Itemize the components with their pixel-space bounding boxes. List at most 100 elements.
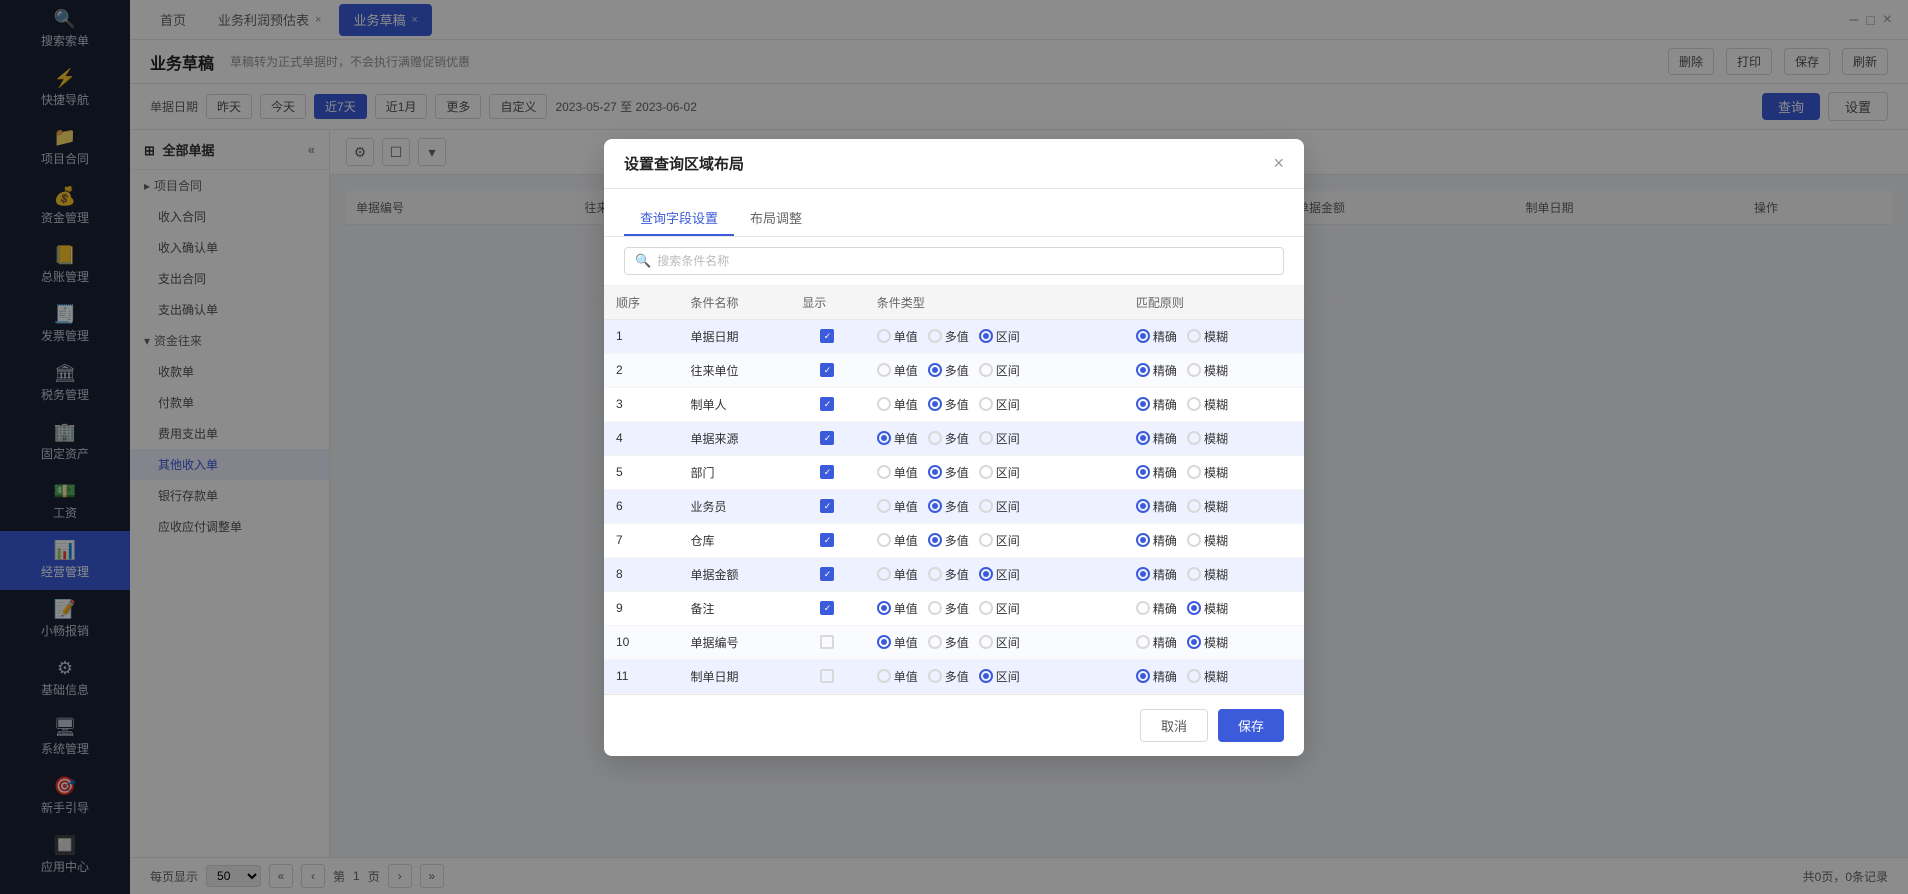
modal-row-show[interactable]	[790, 625, 865, 659]
show-checkbox[interactable]	[820, 397, 834, 411]
match-radio-精确[interactable]: 精确	[1136, 328, 1177, 345]
match-radio-模糊[interactable]: 模糊	[1187, 600, 1228, 617]
radio-circle	[1187, 397, 1201, 411]
match-radio-精确[interactable]: 精确	[1136, 668, 1177, 685]
radio-circle	[877, 397, 891, 411]
radio-circle	[877, 465, 891, 479]
match-radio-模糊[interactable]: 模糊	[1187, 328, 1228, 345]
modal-row-match: 精确模糊	[1124, 421, 1304, 455]
match-radio-精确[interactable]: 精确	[1136, 600, 1177, 617]
type-radio-区间[interactable]: 区间	[979, 430, 1020, 447]
modal-row-show[interactable]	[790, 489, 865, 523]
show-checkbox[interactable]	[820, 601, 834, 615]
type-radio-多值[interactable]: 多值	[928, 328, 969, 345]
show-checkbox[interactable]	[820, 567, 834, 581]
type-radio-单值[interactable]: 单值	[877, 498, 918, 515]
type-radio-区间[interactable]: 区间	[979, 532, 1020, 549]
match-radio-精确[interactable]: 精确	[1136, 430, 1177, 447]
type-radio-区间[interactable]: 区间	[979, 600, 1020, 617]
type-radio-多值[interactable]: 多值	[928, 566, 969, 583]
show-checkbox[interactable]	[820, 329, 834, 343]
modal-tab-layout[interactable]: 布局调整	[734, 201, 818, 236]
show-checkbox[interactable]	[820, 431, 834, 445]
match-radio-模糊[interactable]: 模糊	[1187, 464, 1228, 481]
radio-circle	[928, 329, 942, 343]
type-radio-多值[interactable]: 多值	[928, 464, 969, 481]
match-radio-精确[interactable]: 精确	[1136, 566, 1177, 583]
type-radio-多值[interactable]: 多值	[928, 430, 969, 447]
match-radio-模糊[interactable]: 模糊	[1187, 532, 1228, 549]
match-radio-精确[interactable]: 精确	[1136, 396, 1177, 413]
match-radio-模糊[interactable]: 模糊	[1187, 362, 1228, 379]
modal-row-show[interactable]	[790, 591, 865, 625]
modal-overlay[interactable]: 设置查询区域布局 × 查询字段设置 布局调整 🔍 顺序 条件名称	[0, 0, 1908, 894]
modal-close-button[interactable]: ×	[1273, 154, 1284, 172]
modal-row-name: 制单日期	[679, 659, 791, 693]
type-radio-单值[interactable]: 单值	[877, 634, 918, 651]
type-radio-单值[interactable]: 单值	[877, 362, 918, 379]
type-radio-单值[interactable]: 单值	[877, 430, 918, 447]
modal-table-row: 5部门单值多值区间精确模糊	[604, 455, 1304, 489]
modal-row-show[interactable]	[790, 353, 865, 387]
type-radio-多值[interactable]: 多值	[928, 668, 969, 685]
type-radio-单值[interactable]: 单值	[877, 396, 918, 413]
type-radio-区间[interactable]: 区间	[979, 634, 1020, 651]
radio-circle	[979, 397, 993, 411]
modal-row-show[interactable]	[790, 523, 865, 557]
type-radio-区间[interactable]: 区间	[979, 668, 1020, 685]
match-radio-精确[interactable]: 精确	[1136, 532, 1177, 549]
type-radio-单值[interactable]: 单值	[877, 464, 918, 481]
modal-row-show[interactable]	[790, 455, 865, 489]
type-radio-区间[interactable]: 区间	[979, 566, 1020, 583]
type-radio-多值[interactable]: 多值	[928, 532, 969, 549]
show-checkbox[interactable]	[820, 363, 834, 377]
type-radio-单值[interactable]: 单值	[877, 668, 918, 685]
modal-row-match: 精确模糊	[1124, 557, 1304, 591]
type-radio-单值[interactable]: 单值	[877, 566, 918, 583]
type-radio-多值[interactable]: 多值	[928, 498, 969, 515]
modal-search-input[interactable]	[657, 254, 1273, 268]
modal-row-show[interactable]	[790, 659, 865, 693]
cancel-button[interactable]: 取消	[1140, 709, 1208, 742]
type-radio-多值[interactable]: 多值	[928, 362, 969, 379]
match-radio-精确[interactable]: 精确	[1136, 362, 1177, 379]
modal-row-show[interactable]	[790, 319, 865, 353]
radio-circle	[1187, 669, 1201, 683]
match-radio-模糊[interactable]: 模糊	[1187, 566, 1228, 583]
type-radio-区间[interactable]: 区间	[979, 464, 1020, 481]
modal-save-button[interactable]: 保存	[1218, 709, 1284, 742]
modal-row-show[interactable]	[790, 387, 865, 421]
radio-circle	[1136, 431, 1150, 445]
modal-row-show[interactable]	[790, 557, 865, 591]
show-checkbox[interactable]	[820, 635, 834, 649]
match-radio-精确[interactable]: 精确	[1136, 498, 1177, 515]
type-radio-单值[interactable]: 单值	[877, 600, 918, 617]
match-radio-模糊[interactable]: 模糊	[1187, 430, 1228, 447]
show-checkbox[interactable]	[820, 533, 834, 547]
modal-tab-fields[interactable]: 查询字段设置	[624, 201, 734, 236]
modal-row-show[interactable]	[790, 421, 865, 455]
show-checkbox[interactable]	[820, 669, 834, 683]
type-radio-单值[interactable]: 单值	[877, 532, 918, 549]
type-radio-区间[interactable]: 区间	[979, 396, 1020, 413]
modal-header: 设置查询区域布局 ×	[604, 139, 1304, 189]
match-radio-模糊[interactable]: 模糊	[1187, 668, 1228, 685]
match-radio-精确[interactable]: 精确	[1136, 464, 1177, 481]
match-radio-模糊[interactable]: 模糊	[1187, 498, 1228, 515]
type-radio-多值[interactable]: 多值	[928, 600, 969, 617]
match-radio-模糊[interactable]: 模糊	[1187, 634, 1228, 651]
type-radio-区间[interactable]: 区间	[979, 498, 1020, 515]
type-radio-多值[interactable]: 多值	[928, 634, 969, 651]
type-radio-多值[interactable]: 多值	[928, 396, 969, 413]
modal-table-row: 9备注单值多值区间精确模糊	[604, 591, 1304, 625]
match-radio-模糊[interactable]: 模糊	[1187, 396, 1228, 413]
modal-row-match: 精确模糊	[1124, 489, 1304, 523]
type-radio-单值[interactable]: 单值	[877, 328, 918, 345]
type-radio-区间[interactable]: 区间	[979, 328, 1020, 345]
show-checkbox[interactable]	[820, 465, 834, 479]
modal-row-order: 11	[604, 659, 679, 693]
type-radio-区间[interactable]: 区间	[979, 362, 1020, 379]
radio-circle	[1187, 363, 1201, 377]
match-radio-精确[interactable]: 精确	[1136, 634, 1177, 651]
show-checkbox[interactable]	[820, 499, 834, 513]
